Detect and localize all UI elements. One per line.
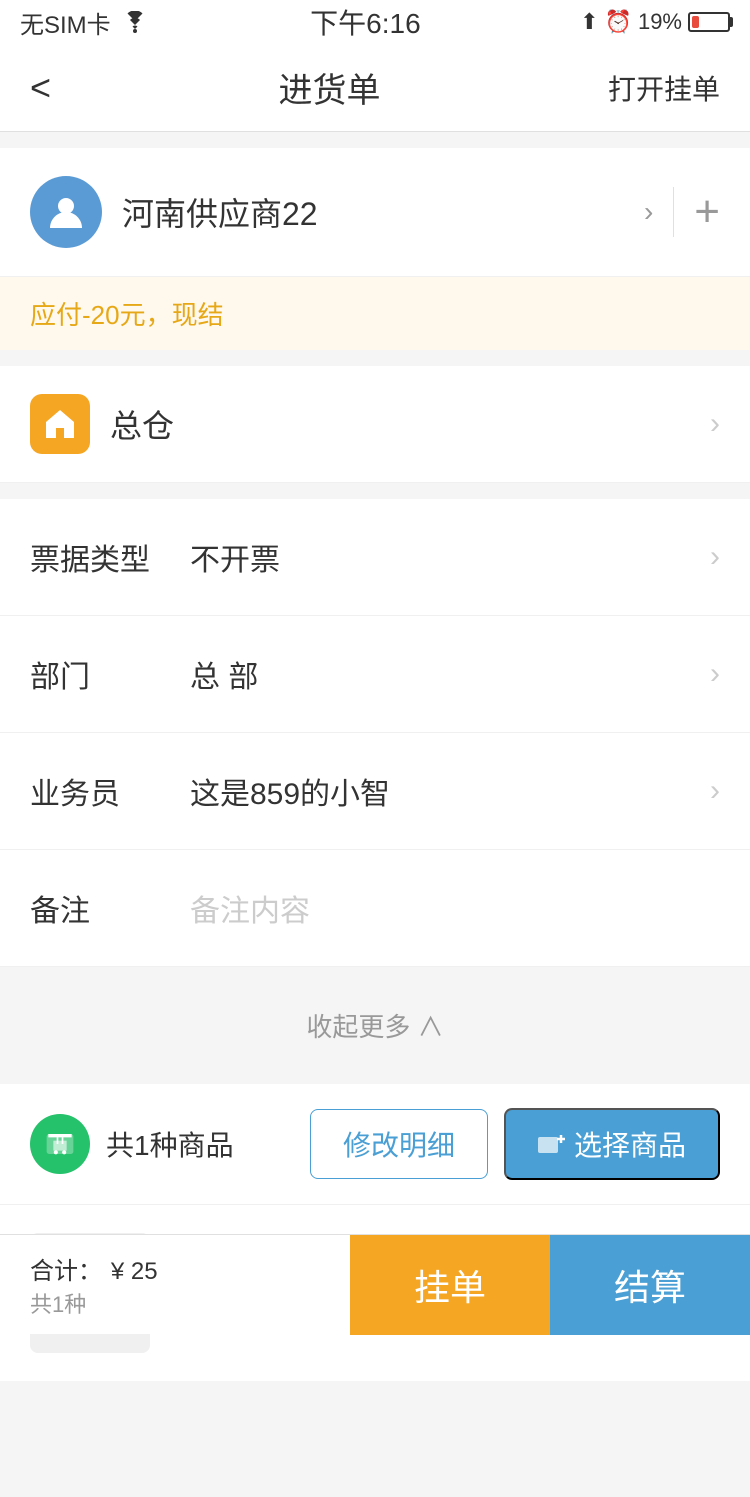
status-right: ⬆ ⏰ 19% <box>580 9 730 35</box>
remark-row[interactable]: 备注 备注内容 <box>0 850 750 967</box>
supplier-avatar <box>30 176 102 248</box>
department-value: 总 部 <box>190 652 710 696</box>
back-button[interactable]: < <box>30 67 51 109</box>
alarm-icon: ⏰ <box>605 9 632 35</box>
hang-button[interactable]: 挂单 <box>350 1235 550 1335</box>
page-title: 进货单 <box>279 63 381 112</box>
total-label: 合计： <box>30 1258 102 1285</box>
total-amount: 合计： ¥ 25 <box>30 1250 320 1287</box>
warehouse-chevron-icon: › <box>710 407 720 441</box>
invoice-type-value: 不开票 <box>190 535 710 579</box>
add-product-icon <box>538 1133 566 1155</box>
salesperson-row[interactable]: 业务员 这是859的小智 › <box>0 733 750 850</box>
add-supplier-button[interactable]: + <box>694 190 720 234</box>
invoice-type-row[interactable]: 票据类型 不开票 › <box>0 499 750 616</box>
remark-input[interactable]: 备注内容 <box>190 886 720 930</box>
product-section: 共1种商品 修改明细 选择商品 <box>0 1084 750 1381</box>
carrier-text: 无SIM卡 <box>20 5 111 40</box>
product-header: 共1种商品 修改明细 选择商品 <box>0 1084 750 1205</box>
open-hang-button[interactable]: 打开挂单 <box>608 68 720 108</box>
form-section: 票据类型 不开票 › 部门 总 部 › 业务员 这是859的小智 › 备注 备注… <box>0 499 750 967</box>
status-time: 下午6:16 <box>310 2 421 42</box>
warehouse-row[interactable]: 总仓 › <box>0 366 750 483</box>
warehouse-name: 总仓 <box>110 401 710 447</box>
product-icon <box>30 1114 90 1174</box>
supplier-row[interactable]: 河南供应商22 › + <box>0 148 750 277</box>
cart-icon <box>45 1129 75 1159</box>
vertical-divider <box>673 187 674 237</box>
edit-detail-button[interactable]: 修改明细 <box>310 1109 488 1179</box>
warehouse-icon <box>30 394 90 454</box>
invoice-chevron-icon: › <box>710 540 720 574</box>
select-product-label: 选择商品 <box>574 1124 686 1164</box>
checkout-button[interactable]: 结算 <box>550 1235 750 1335</box>
battery-icon <box>688 12 730 32</box>
wifi-icon <box>119 11 151 33</box>
bottom-bar: 合计： ¥ 25 共1种 挂单 结算 <box>0 1234 750 1334</box>
invoice-type-label: 票据类型 <box>30 535 190 579</box>
salesperson-label: 业务员 <box>30 769 190 813</box>
remark-label: 备注 <box>30 886 190 930</box>
notice-bar: 应付-20元，现结 <box>0 277 750 350</box>
total-count: 共1种 <box>30 1287 320 1319</box>
select-product-button[interactable]: 选择商品 <box>504 1108 720 1180</box>
department-label: 部门 <box>30 652 190 696</box>
department-chevron-icon: › <box>710 657 720 691</box>
salesperson-chevron-icon: › <box>710 774 720 808</box>
collapse-bar[interactable]: 收起更多 ∧ <box>0 983 750 1068</box>
department-row[interactable]: 部门 总 部 › <box>0 616 750 733</box>
battery-text: 19% <box>638 9 682 35</box>
warehouse-section: 总仓 › <box>0 366 750 483</box>
nav-bar: < 进货单 打开挂单 <box>0 44 750 132</box>
total-section: 合计： ¥ 25 共1种 <box>0 1250 350 1319</box>
product-count: 共1种商品 <box>106 1124 310 1164</box>
status-bar: 无SIM卡 下午6:16 ⬆ ⏰ 19% <box>0 0 750 44</box>
status-left: 无SIM卡 <box>20 5 151 40</box>
supplier-section: 河南供应商22 › + 应付-20元，现结 <box>0 148 750 350</box>
salesperson-value: 这是859的小智 <box>190 769 710 813</box>
total-value: ¥ 25 <box>111 1258 158 1285</box>
supplier-chevron-icon: › <box>644 196 653 228</box>
home-icon <box>42 406 78 442</box>
supplier-name: 河南供应商22 <box>122 189 644 235</box>
location-icon: ⬆ <box>580 9 598 35</box>
person-icon <box>46 192 86 232</box>
